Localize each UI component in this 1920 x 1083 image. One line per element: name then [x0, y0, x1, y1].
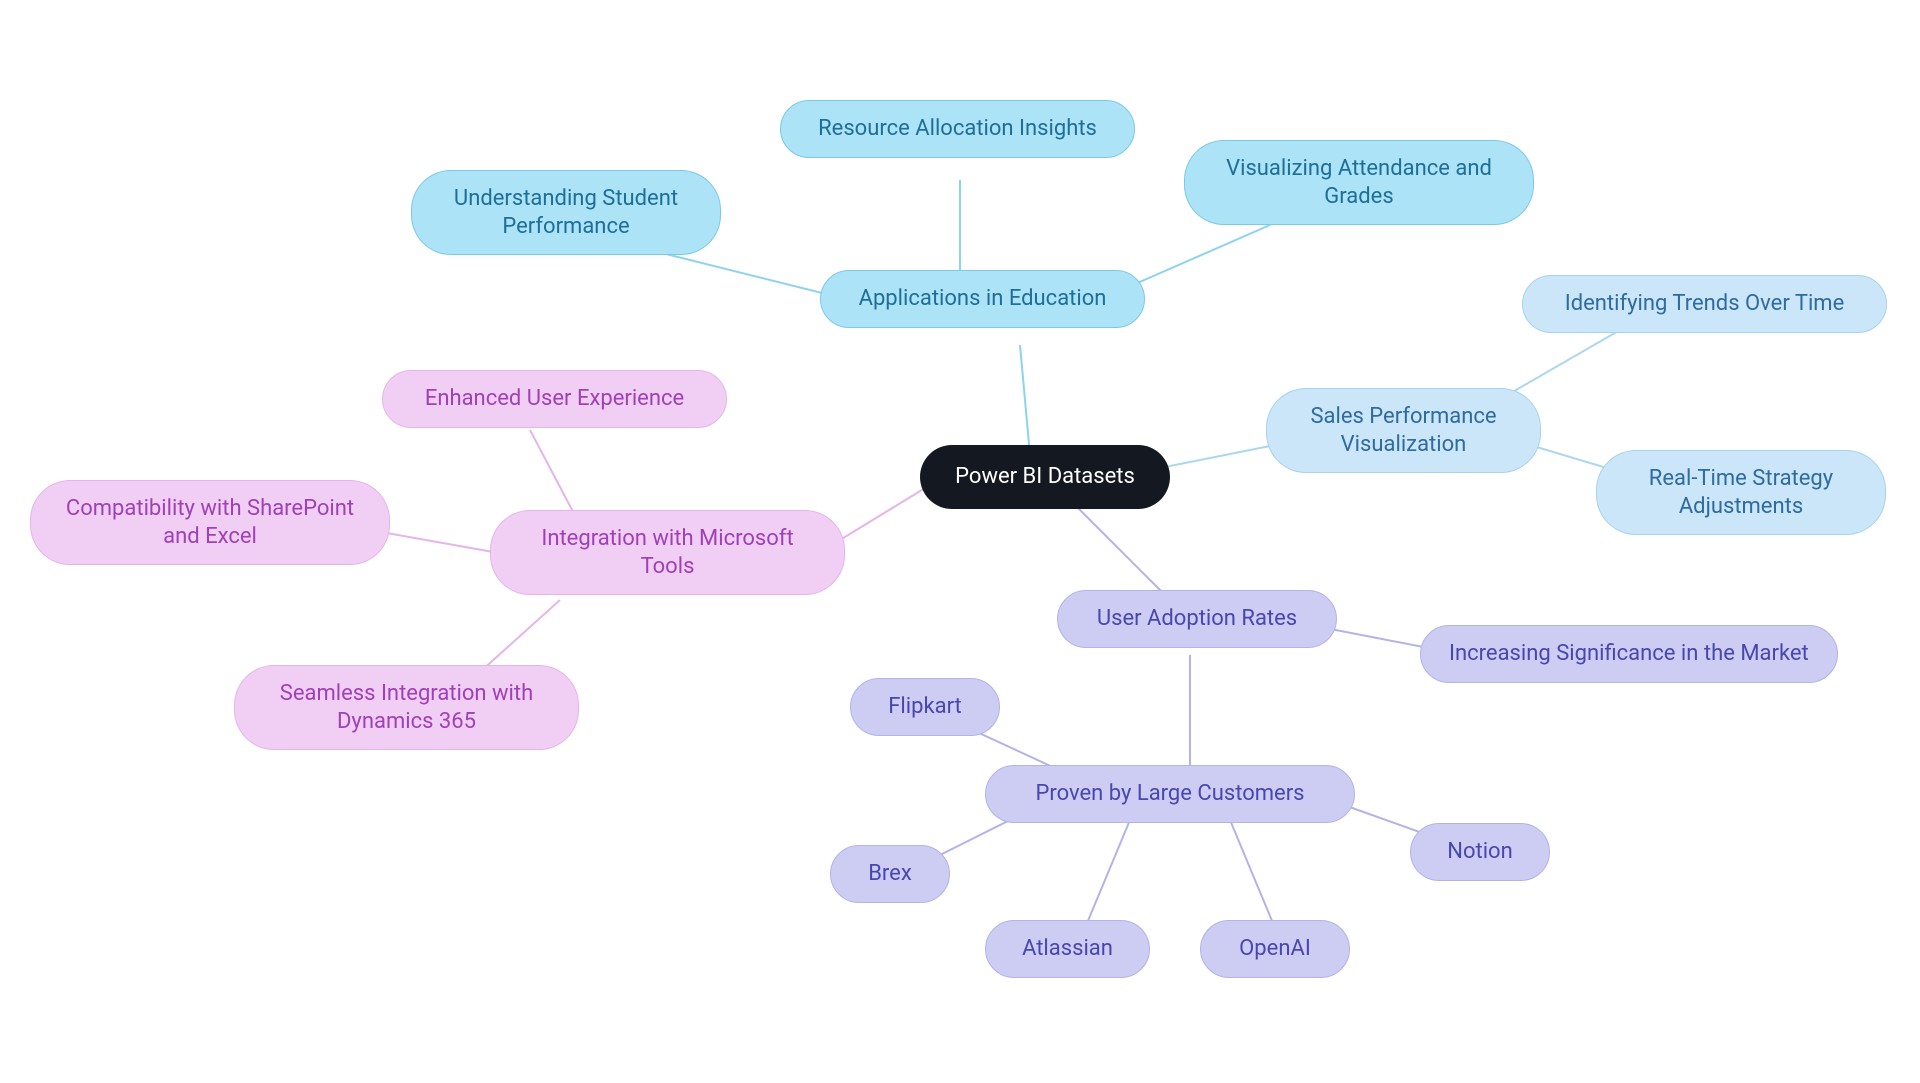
root-node: Power BI Datasets	[920, 445, 1170, 509]
edge	[370, 530, 510, 555]
node-resource-allocation-insights: Resource Allocation Insights	[780, 100, 1135, 158]
edge	[1070, 500, 1170, 600]
node-identifying-trends-over-time: Identifying Trends Over Time	[1522, 275, 1887, 333]
node-increasing-significance-in-market: Increasing Significance in the Market	[1420, 625, 1838, 683]
node-notion: Notion	[1410, 823, 1550, 881]
node-proven-by-large-customers: Proven by Large Customers	[985, 765, 1355, 823]
node-visualizing-attendance-and-grades: Visualizing Attendance and Grades	[1184, 140, 1534, 225]
node-openai: OpenAI	[1200, 920, 1350, 978]
node-applications-in-education: Applications in Education	[820, 270, 1145, 328]
node-flipkart: Flipkart	[850, 678, 1000, 736]
node-atlassian: Atlassian	[985, 920, 1150, 978]
node-sales-performance-visualization: Sales Performance Visualization	[1266, 388, 1541, 473]
node-compatibility-sharepoint-excel: Compatibility with SharePoint and Excel	[30, 480, 390, 565]
node-understanding-student-performance: Understanding Student Performance	[411, 170, 721, 255]
node-user-adoption-rates: User Adoption Rates	[1057, 590, 1337, 648]
node-brex: Brex	[830, 845, 950, 903]
node-integration-with-microsoft-tools: Integration with Microsoft Tools	[490, 510, 845, 595]
mindmap-canvas: Power BI Datasets Applications in Educat…	[0, 0, 1920, 1083]
node-real-time-strategy-adjustments: Real-Time Strategy Adjustments	[1596, 450, 1886, 535]
node-enhanced-user-experience: Enhanced User Experience	[382, 370, 727, 428]
edge	[1020, 345, 1030, 455]
node-seamless-integration-dynamics-365: Seamless Integration with Dynamics 365	[234, 665, 579, 750]
edge	[840, 485, 930, 540]
